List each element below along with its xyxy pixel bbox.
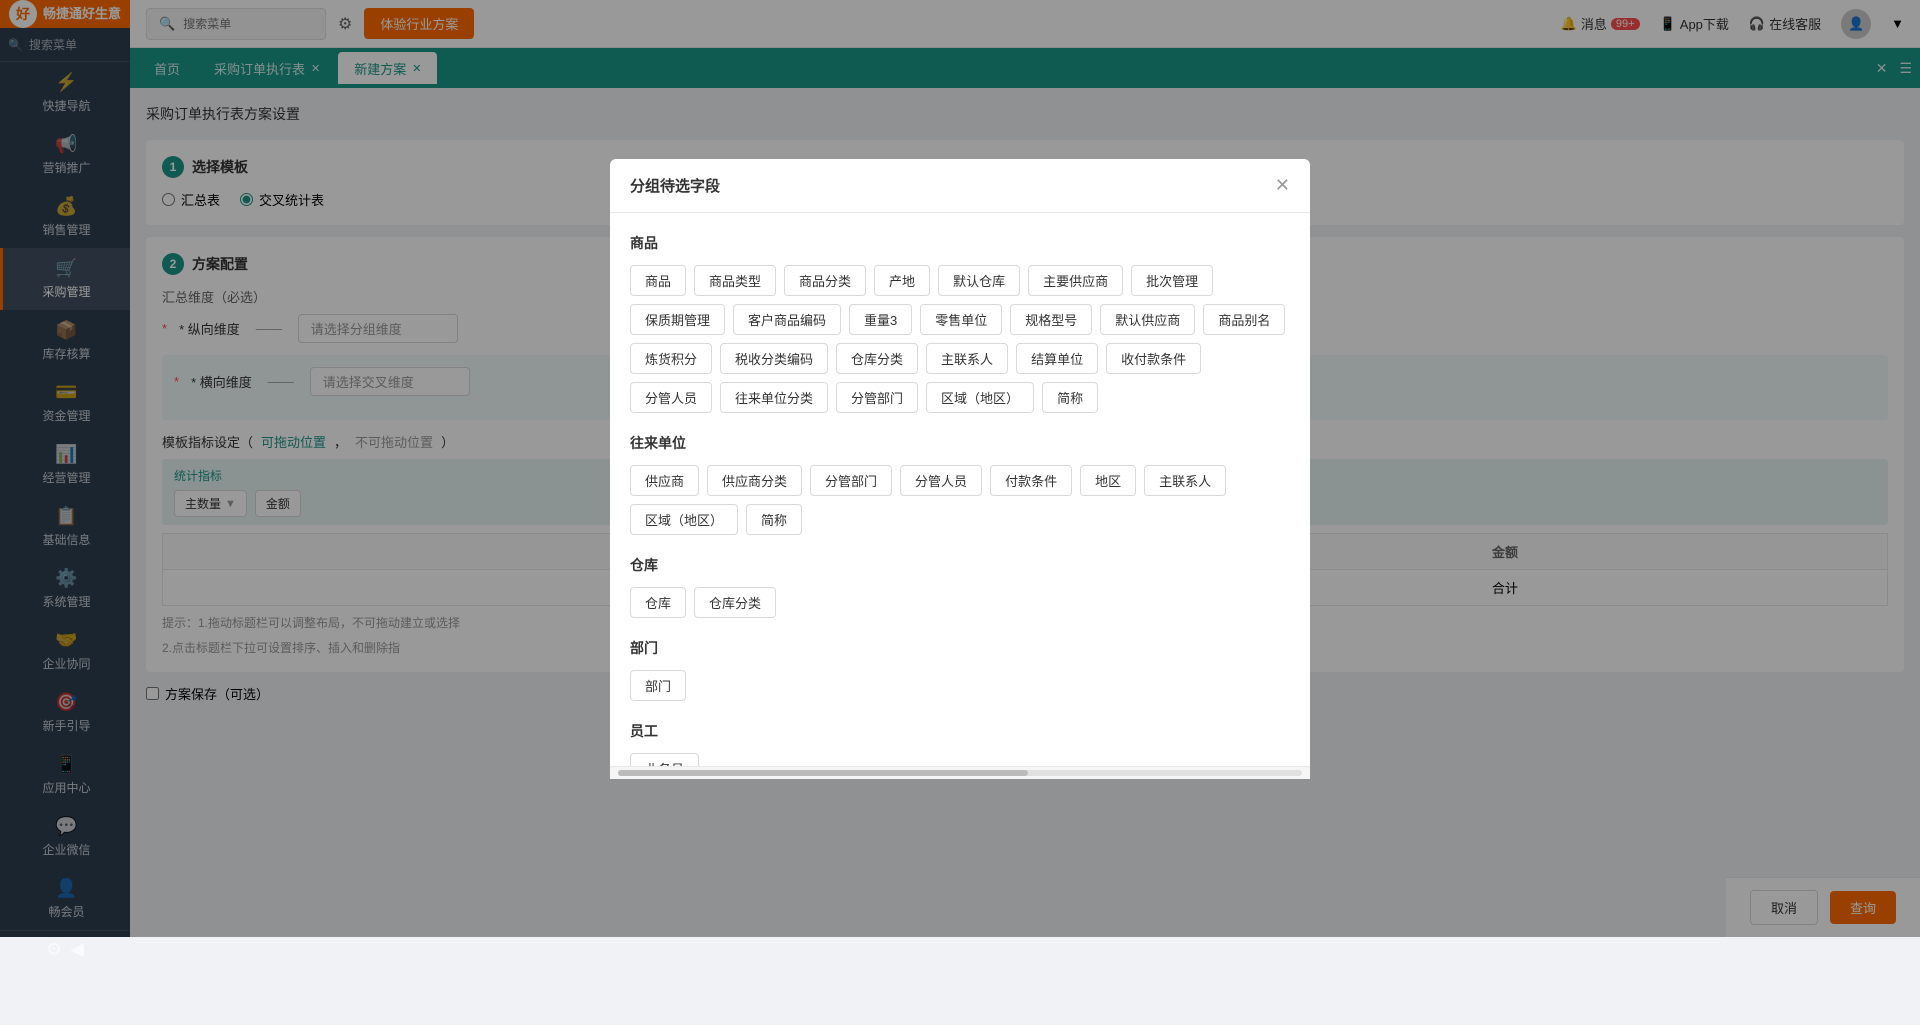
- field-tag[interactable]: 往来单位分类: [720, 382, 828, 413]
- field-tag[interactable]: 批次管理: [1131, 265, 1213, 296]
- field-tag[interactable]: 主要供应商: [1028, 265, 1123, 296]
- field-tags-goods: 商品商品类型商品分类产地默认仓库主要供应商批次管理保质期管理客户商品编码重量3 零…: [630, 265, 1290, 413]
- field-tag[interactable]: 默认仓库: [938, 265, 1020, 296]
- field-section-title-warehouse: 仓库: [630, 555, 1290, 575]
- field-section-partner: 往来单位供应商供应商分类分管部门分管人员付款条件地区主联系人区域（地区） 简称: [630, 433, 1290, 535]
- field-tag[interactable]: 商品别名: [1203, 304, 1285, 335]
- field-tag[interactable]: 分管部门: [836, 382, 918, 413]
- field-tag[interactable]: 零售单位: [920, 304, 1002, 335]
- field-tag[interactable]: 主联系人: [1144, 465, 1226, 496]
- field-tag[interactable]: 规格型号: [1010, 304, 1092, 335]
- field-section-title-employee: 员工: [630, 721, 1290, 741]
- field-tags-department: 部门: [630, 670, 1290, 701]
- modal-title: 分组待选字段: [630, 175, 720, 196]
- field-section-employee: 员工业务员: [630, 721, 1290, 766]
- field-tag[interactable]: 地区: [1080, 465, 1136, 496]
- field-tag[interactable]: 供应商: [630, 465, 699, 496]
- field-tag[interactable]: 商品类型: [694, 265, 776, 296]
- field-tag[interactable]: 仓库: [630, 587, 686, 618]
- field-tag[interactable]: 分管部门: [810, 465, 892, 496]
- field-tag[interactable]: 收付款条件: [1106, 343, 1201, 374]
- field-section-warehouse: 仓库仓库仓库分类: [630, 555, 1290, 618]
- field-tag[interactable]: 仓库分类: [836, 343, 918, 374]
- field-tag[interactable]: 商品: [630, 265, 686, 296]
- modal-overlay: 分组待选字段 ✕ 商品商品商品类型商品分类产地默认仓库主要供应商批次管理保质期管…: [0, 0, 1920, 937]
- field-tag[interactable]: 商品分类: [784, 265, 866, 296]
- field-tag[interactable]: 保质期管理: [630, 304, 725, 335]
- modal-body[interactable]: 商品商品商品类型商品分类产地默认仓库主要供应商批次管理保质期管理客户商品编码重量…: [610, 213, 1310, 766]
- field-section-goods: 商品商品商品类型商品分类产地默认仓库主要供应商批次管理保质期管理客户商品编码重量…: [630, 233, 1290, 413]
- field-tag[interactable]: 炼货积分: [630, 343, 712, 374]
- modal-scroll-bar: [610, 766, 1310, 779]
- field-section-title-department: 部门: [630, 638, 1290, 658]
- field-section-title-partner: 往来单位: [630, 433, 1290, 453]
- field-tags-employee: 业务员: [630, 753, 1290, 766]
- field-tag[interactable]: 供应商分类: [707, 465, 802, 496]
- field-tags-partner: 供应商供应商分类分管部门分管人员付款条件地区主联系人区域（地区） 简称: [630, 465, 1290, 535]
- modal-header: 分组待选字段 ✕: [610, 159, 1310, 213]
- field-section-department: 部门部门: [630, 638, 1290, 701]
- field-tag[interactable]: 付款条件: [990, 465, 1072, 496]
- field-tag[interactable]: 简称: [746, 504, 802, 535]
- field-tag[interactable]: 分管人员: [630, 382, 712, 413]
- field-tag[interactable]: 结算单位: [1016, 343, 1098, 374]
- modal: 分组待选字段 ✕ 商品商品商品类型商品分类产地默认仓库主要供应商批次管理保质期管…: [610, 159, 1310, 779]
- field-section-title-goods: 商品: [630, 233, 1290, 253]
- field-tag[interactable]: 产地: [874, 265, 930, 296]
- field-tag[interactable]: 业务员: [630, 753, 699, 766]
- field-tag[interactable]: 仓库分类: [694, 587, 776, 618]
- field-tag[interactable]: 区域（地区）: [926, 382, 1034, 413]
- field-tag[interactable]: 默认供应商: [1100, 304, 1195, 335]
- field-tag[interactable]: 简称: [1042, 382, 1098, 413]
- modal-close-button[interactable]: ✕: [1275, 176, 1290, 194]
- field-tag[interactable]: 重量3: [849, 304, 912, 335]
- field-tag[interactable]: 部门: [630, 670, 686, 701]
- field-tag[interactable]: 分管人员: [900, 465, 982, 496]
- field-tag[interactable]: 主联系人: [926, 343, 1008, 374]
- field-tag[interactable]: 税收分类编码: [720, 343, 828, 374]
- field-tag[interactable]: 客户商品编码: [733, 304, 841, 335]
- field-tags-warehouse: 仓库仓库分类: [630, 587, 1290, 618]
- field-tag[interactable]: 区域（地区）: [630, 504, 738, 535]
